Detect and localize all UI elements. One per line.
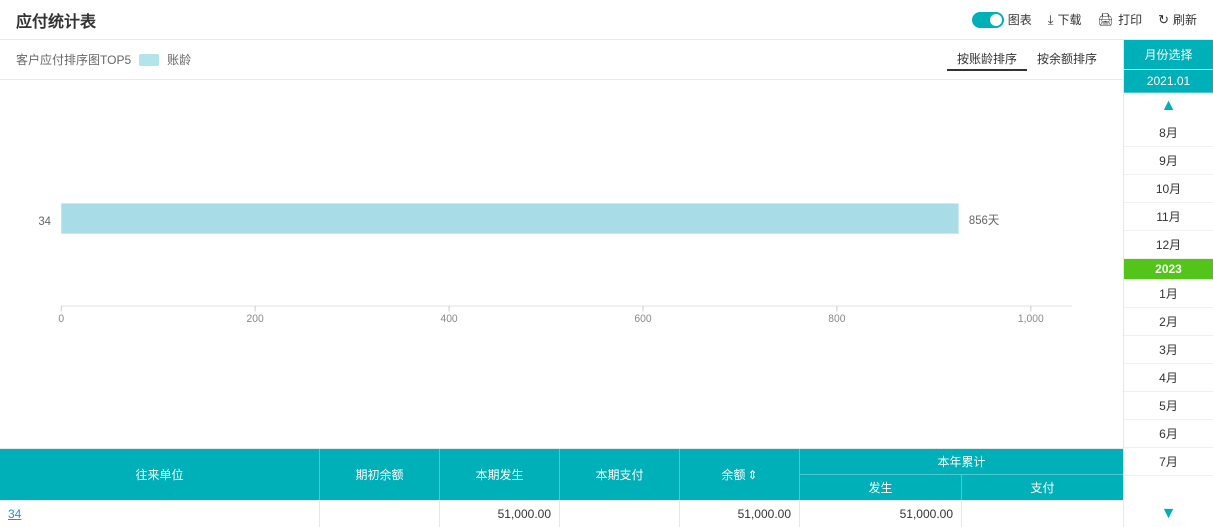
sidebar-month-6[interactable]: 6月 [1124, 420, 1213, 448]
th-nianzhifu: 支付 [962, 475, 1123, 500]
unit-link[interactable]: 34 [8, 507, 21, 521]
svg-text:800: 800 [828, 313, 845, 325]
sidebar-month-7[interactable]: 7月 [1124, 448, 1213, 476]
print-button[interactable]: 🖨 打印 [1098, 11, 1143, 28]
refresh-button[interactable]: ↻ 刷新 [1158, 11, 1197, 28]
chart-container: 34 856天 0 200 400 600 800 [0, 80, 1123, 448]
refresh-label: 刷新 [1173, 11, 1197, 28]
svg-text:34: 34 [38, 215, 51, 228]
th-yue: 余额 ⇕ [680, 449, 800, 500]
td-nianfasheng: 51,000.00 [800, 501, 962, 527]
sidebar-year-label: 2023 [1124, 259, 1213, 280]
svg-text:0: 0 [58, 313, 64, 325]
sidebar-month-12[interactable]: 12月 [1124, 231, 1213, 259]
month-sidebar: 月份选择 2021.01 ▲ 8月 9月 10月 11月 12月 2023 1月… [1123, 40, 1213, 527]
th-benfasheng: 本期发生 [440, 449, 560, 500]
td-unit: 34 [0, 501, 320, 527]
scroll-up-button[interactable]: ▲ [1124, 93, 1213, 119]
sidebar-month-8[interactable]: 8月 [1124, 119, 1213, 147]
th-bennianlei: 本年累计 发生 支付 [800, 449, 1123, 500]
th-sub-row: 发生 支付 [800, 475, 1123, 500]
legend-color-label: 账龄 [167, 51, 191, 68]
sort-buttons: 按账龄排序 按余额排序 [947, 48, 1107, 71]
chart-toggle[interactable]: 图表 [972, 11, 1032, 28]
sidebar-month-4[interactable]: 4月 [1124, 364, 1213, 392]
benfasheng-value: 51,000.00 [498, 507, 551, 521]
sidebar-header: 月份选择 [1124, 40, 1213, 70]
td-benfasheng: 51,000.00 [440, 501, 560, 527]
print-label: 打印 [1118, 11, 1142, 28]
month-list: 8月 9月 10月 11月 12月 2023 1月 2月 3月 4月 5月 6月… [1124, 119, 1213, 501]
legend-label: 客户应付排序图TOP5 [16, 51, 131, 68]
th-nianfasheng: 发生 [800, 475, 962, 500]
header-actions: 图表 ⤓ 下载 🖨 打印 ↻ 刷新 [972, 11, 1197, 28]
td-nianzhifu [962, 501, 1123, 527]
sidebar-month-10[interactable]: 10月 [1124, 175, 1213, 203]
page-title: 应付统计表 [16, 8, 96, 32]
sidebar-month-5[interactable]: 5月 [1124, 392, 1213, 420]
th-unit: 往来单位 [0, 449, 320, 500]
svg-text:200: 200 [247, 313, 264, 325]
sort-by-balance-button[interactable]: 按余额排序 [1027, 48, 1107, 71]
download-label: 下载 [1058, 11, 1082, 28]
chart-legend: 客户应付排序图TOP5 账龄 [16, 51, 191, 68]
td-yue: 51,000.00 [680, 501, 800, 527]
svg-text:600: 600 [634, 313, 651, 325]
chart-label: 图表 [1008, 11, 1032, 28]
yue-sort-icon: ⇕ [747, 468, 757, 482]
yue-value: 51,000.00 [738, 507, 791, 521]
legend-color-box [139, 54, 159, 66]
data-table: 往来单位 期初余额 本期发生 本期支付 余额 ⇕ 本年累计 发生 支付 [0, 448, 1123, 527]
bar-chart: 34 856天 0 200 400 600 800 [20, 90, 1103, 360]
svg-text:1,000: 1,000 [1018, 313, 1044, 325]
th-benfazhifu: 本期支付 [560, 449, 680, 500]
sidebar-month-11[interactable]: 11月 [1124, 203, 1213, 231]
toggle-switch-icon[interactable] [972, 12, 1004, 28]
nianfasheng-value: 51,000.00 [900, 507, 953, 521]
download-icon: ⤓ [1048, 12, 1054, 28]
sidebar-month-1[interactable]: 1月 [1124, 280, 1213, 308]
sort-by-age-button[interactable]: 按账龄排序 [947, 48, 1027, 71]
th-group-label: 本年累计 [800, 449, 1123, 475]
sidebar-month-2[interactable]: 2月 [1124, 308, 1213, 336]
th-qichu: 期初余额 [320, 449, 440, 500]
td-qichu [320, 501, 440, 527]
scroll-down-button[interactable]: ▼ [1124, 501, 1213, 527]
td-benfazhifu [560, 501, 680, 527]
print-icon: 🖨 [1098, 12, 1115, 28]
table-header: 往来单位 期初余额 本期发生 本期支付 余额 ⇕ 本年累计 发生 支付 [0, 449, 1123, 500]
sidebar-month-3[interactable]: 3月 [1124, 336, 1213, 364]
sidebar-month-9[interactable]: 9月 [1124, 147, 1213, 175]
refresh-icon: ↻ [1158, 12, 1169, 28]
download-button[interactable]: ⤓ 下载 [1048, 11, 1082, 28]
table-row: 34 51,000.00 51,000.00 51,00 [0, 500, 1123, 527]
svg-text:856天: 856天 [969, 214, 1000, 227]
sidebar-year-input[interactable]: 2021.01 [1124, 70, 1213, 93]
svg-text:400: 400 [440, 313, 457, 325]
